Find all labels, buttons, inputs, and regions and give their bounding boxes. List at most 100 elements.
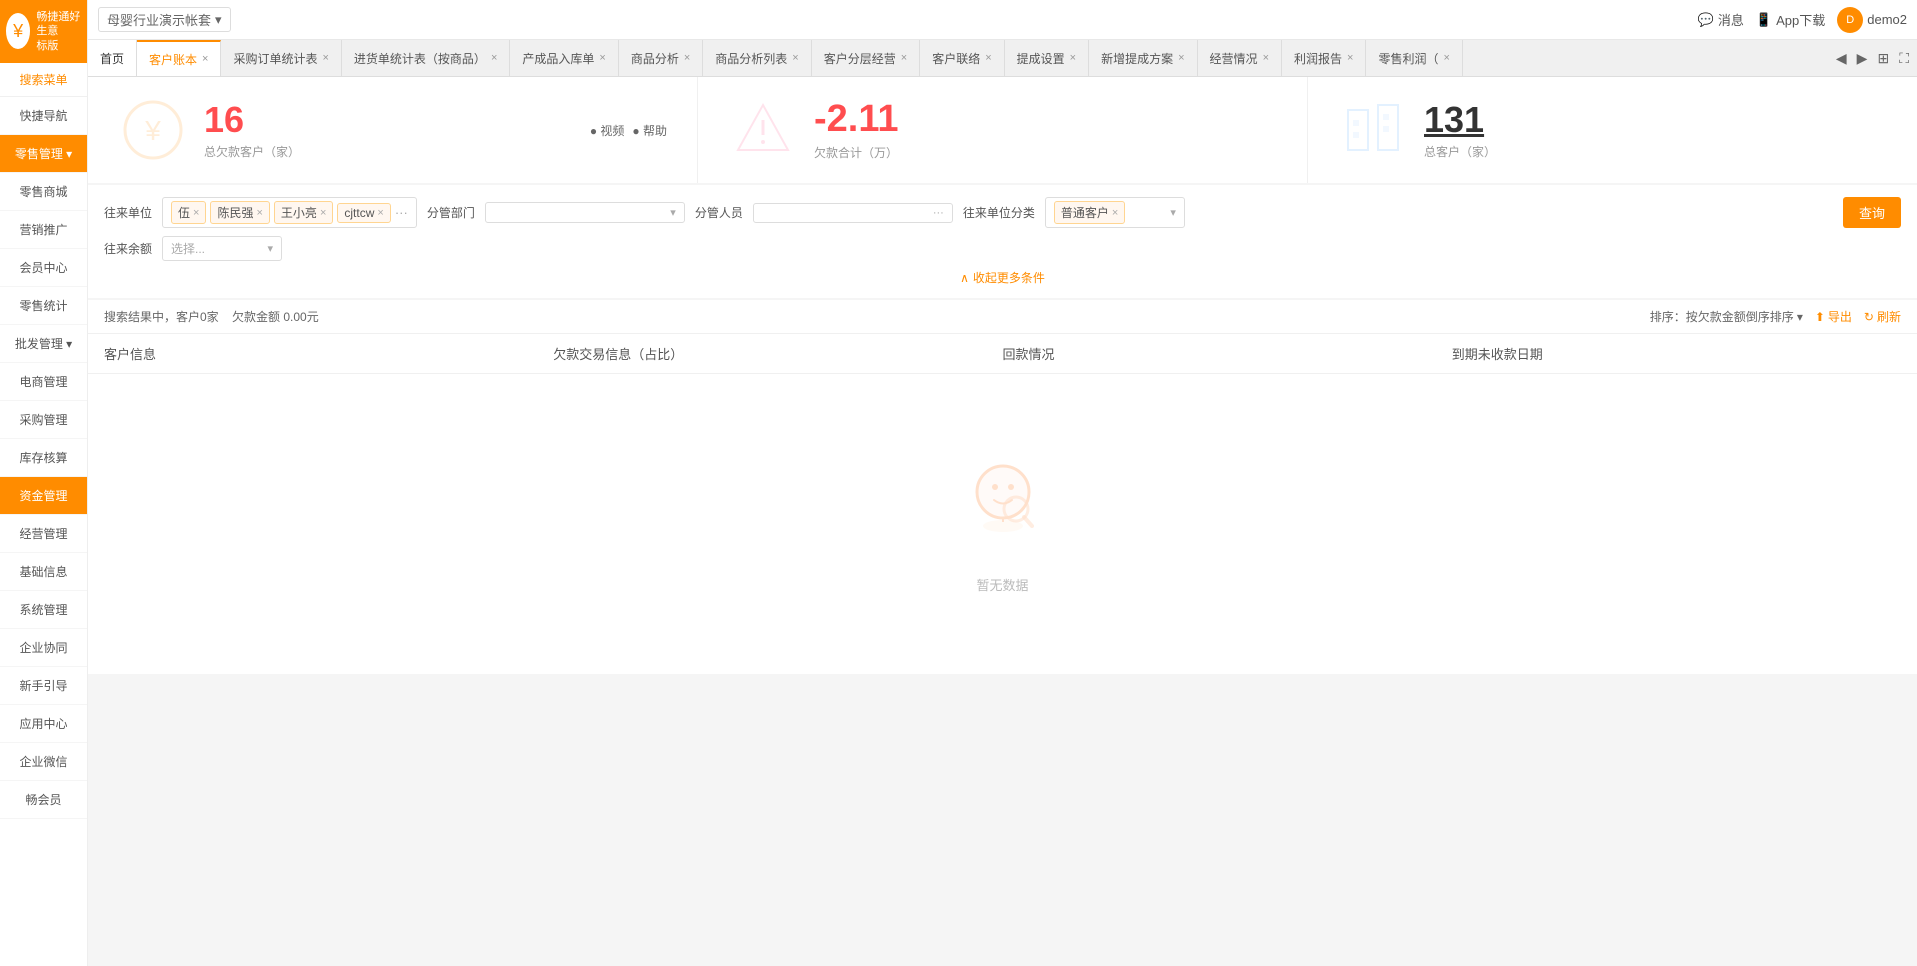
message-icon: 💬 [1698,12,1714,28]
dept-label: 分管部门 [427,204,475,221]
tab-close-product-inbound[interactable]: × [599,52,605,64]
tab-profit-report[interactable]: 利润报告 × [1282,40,1366,76]
tab-close-purchase-order[interactable]: × [322,52,328,64]
tab-retail-profit[interactable]: 零售利润（ × [1366,40,1462,76]
video-link[interactable]: ● 视频 [590,122,625,139]
unit-tag-close-cjttcw[interactable]: × [377,207,383,219]
unit-tag-close-wu[interactable]: × [193,207,199,219]
sidebar-item-sys-mgmt[interactable]: 系统管理 [0,591,87,629]
message-btn[interactable]: 💬 消息 [1698,10,1744,29]
dept-filter-input[interactable]: ▾ [485,202,685,223]
sidebar-item-ecommerce[interactable]: 电商管理 [0,363,87,401]
person-filter-input[interactable]: ··· [753,203,953,223]
sidebar-item-chang-member[interactable]: 畅会员 [0,781,87,819]
sidebar-logo: ¥ 畅捷通好生意 标版 [0,0,87,63]
unit-tag-wu: 伍 × [171,201,206,224]
sidebar-item-new-guide[interactable]: 新手引导 [0,667,87,705]
tab-goods-analysis-list[interactable]: 商品分析列表 × [703,40,811,76]
export-btn[interactable]: ⬆ 导出 [1815,308,1852,325]
person-more-icon: ··· [933,207,944,219]
tab-close-remind-settings[interactable]: × [1070,52,1076,64]
sidebar-item-basic-info[interactable]: 基础信息 [0,553,87,591]
tab-ops-situation[interactable]: 经营情况 × [1198,40,1282,76]
sidebar-item-purchase-mgmt[interactable]: 采购管理 [0,401,87,439]
sidebar-item-marketing[interactable]: 营销推广 [0,211,87,249]
tab-close-retail-profit[interactable]: × [1443,52,1449,64]
sidebar-item-member-center[interactable]: 会员中心 [0,249,87,287]
tab-close-customer-contact[interactable]: × [985,52,991,64]
unit-class-label: 往来单位分类 [963,204,1035,221]
help-link[interactable]: ● 帮助 [632,122,667,139]
sidebar-item-retail-stats[interactable]: 零售统计 [0,287,87,325]
tab-close-profit-report[interactable]: × [1347,52,1353,64]
search-menu[interactable]: 搜索菜单 [0,63,87,97]
stat-icon-debt-customers: ¥ [118,95,188,165]
account-selector[interactable]: 母婴行业演示帐套 ▾ [98,7,231,32]
tab-customer-tier[interactable]: 客户分层经营 × [812,40,920,76]
svg-text:¥: ¥ [144,115,161,146]
tab-home[interactable]: 首页 [88,40,137,76]
tab-scroll-right[interactable]: ▶ [1853,48,1872,69]
unit-tag-close-chen[interactable]: × [256,207,262,219]
sidebar-item-app-center[interactable]: 应用中心 [0,705,87,743]
export-icon: ⬆ [1815,310,1825,324]
col-due-date: 到期未收款日期 [1452,344,1901,363]
unit-tag-chen: 陈民强 × [210,201,269,224]
tab-close-ops-situation[interactable]: × [1263,52,1269,64]
query-button[interactable]: 查询 [1843,197,1901,228]
tab-customer-cost[interactable]: 客户账本 × [137,40,221,76]
user-avatar-btn[interactable]: D demo2 [1837,7,1907,33]
balance-filter[interactable]: 选择... ▾ [162,236,282,261]
sidebar-item-wholesale-mgmt[interactable]: 批发管理 ▾ [0,325,87,363]
unit-tag-wang: 王小亮 × [274,201,333,224]
tab-close-customer-tier[interactable]: × [901,52,907,64]
sidebar-item-ops-mgmt[interactable]: 经营管理 [0,515,87,553]
sidebar-item-retail-mgmt[interactable]: 零售管理 ▾ [0,135,87,173]
search-result-info: 搜索结果中，客户0家 [104,310,219,324]
stat-value-total-customers: 131 [1424,100,1496,140]
sidebar: ¥ 畅捷通好生意 标版 搜索菜单 快捷导航 零售管理 ▾ 零售商城 营销推广 会… [0,0,88,966]
unit-more-btn[interactable]: ··· [395,205,408,220]
main-area: 母婴行业演示帐套 ▾ 💬 消息 📱 App下载 D demo2 首页 客户账本 … [88,0,1917,966]
app-download-btn[interactable]: 📱 App下载 [1756,10,1825,29]
table-header: 客户信息 欠款交易信息（占比） 回款情况 到期未收款日期 [88,334,1917,374]
sidebar-item-quick-nav[interactable]: 快捷导航 [0,97,87,135]
unit-class-tag-close[interactable]: × [1112,207,1118,219]
empty-text: 暂无数据 [976,575,1028,594]
stat-value-debt-customers: 16 [204,100,300,140]
sidebar-item-capital[interactable]: 资金管理 [0,477,87,515]
col-debt-transaction: 欠款交易信息（占比） [553,344,1002,363]
tab-scroll-left[interactable]: ◀ [1832,48,1851,69]
tab-close-goods-analysis-list[interactable]: × [792,52,798,64]
tab-remind-settings[interactable]: 提成设置 × [1005,40,1089,76]
results-bar: 搜索结果中，客户0家 欠款金额 0.00元 排序：按欠款金额倒序排序 ▾ ⬆ 导… [88,300,1917,334]
tab-new-achieve-plan[interactable]: 新增提成方案 × [1089,40,1197,76]
balance-chevron-icon: ▾ [267,242,273,255]
sort-btn[interactable]: 排序：按欠款金额倒序排序 ▾ [1650,308,1803,325]
collapse-btn[interactable]: ∧ 收起更多条件 [960,269,1045,286]
download-icon: 📱 [1756,12,1772,28]
tab-close-new-achieve-plan[interactable]: × [1178,52,1184,64]
sidebar-item-inventory[interactable]: 库存核算 [0,439,87,477]
tab-product-inbound[interactable]: 产成品入库单 × [510,40,618,76]
tab-fullscreen[interactable]: ⛶ [1895,48,1913,69]
tab-close-goods-analysis[interactable]: × [684,52,690,64]
unit-class-tag-normal: 普通客户 × [1054,201,1125,224]
col-customer-info: 客户信息 [104,344,553,363]
avatar: D [1837,7,1863,33]
tab-close-customer-cost[interactable]: × [202,53,208,65]
tab-purchase-order-stats[interactable]: 采购订单统计表 × [221,40,341,76]
unit-tag-close-wang[interactable]: × [320,207,326,219]
tab-purchase-goods-stats[interactable]: 进货单统计表（按商品） × [342,40,510,76]
sidebar-item-enterprise-wx[interactable]: 企业微信 [0,743,87,781]
stat-total-customers: 131 总客户（家） [1308,77,1917,183]
unit-class-filter[interactable]: 普通客户 × ▾ [1045,197,1185,228]
tab-goods-analysis[interactable]: 商品分析 × [619,40,703,76]
unit-filter-input[interactable]: 伍 × 陈民强 × 王小亮 × cjttcw × ··· [162,197,417,228]
refresh-btn[interactable]: ↻ 刷新 [1864,308,1901,325]
tab-close-purchase-goods[interactable]: × [491,52,497,64]
sidebar-item-corp-collab[interactable]: 企业协同 [0,629,87,667]
sidebar-item-retail-mall[interactable]: 零售商城 [0,173,87,211]
tab-customer-contact[interactable]: 客户联络 × [920,40,1004,76]
tab-expand[interactable]: ⊞ [1873,48,1893,69]
